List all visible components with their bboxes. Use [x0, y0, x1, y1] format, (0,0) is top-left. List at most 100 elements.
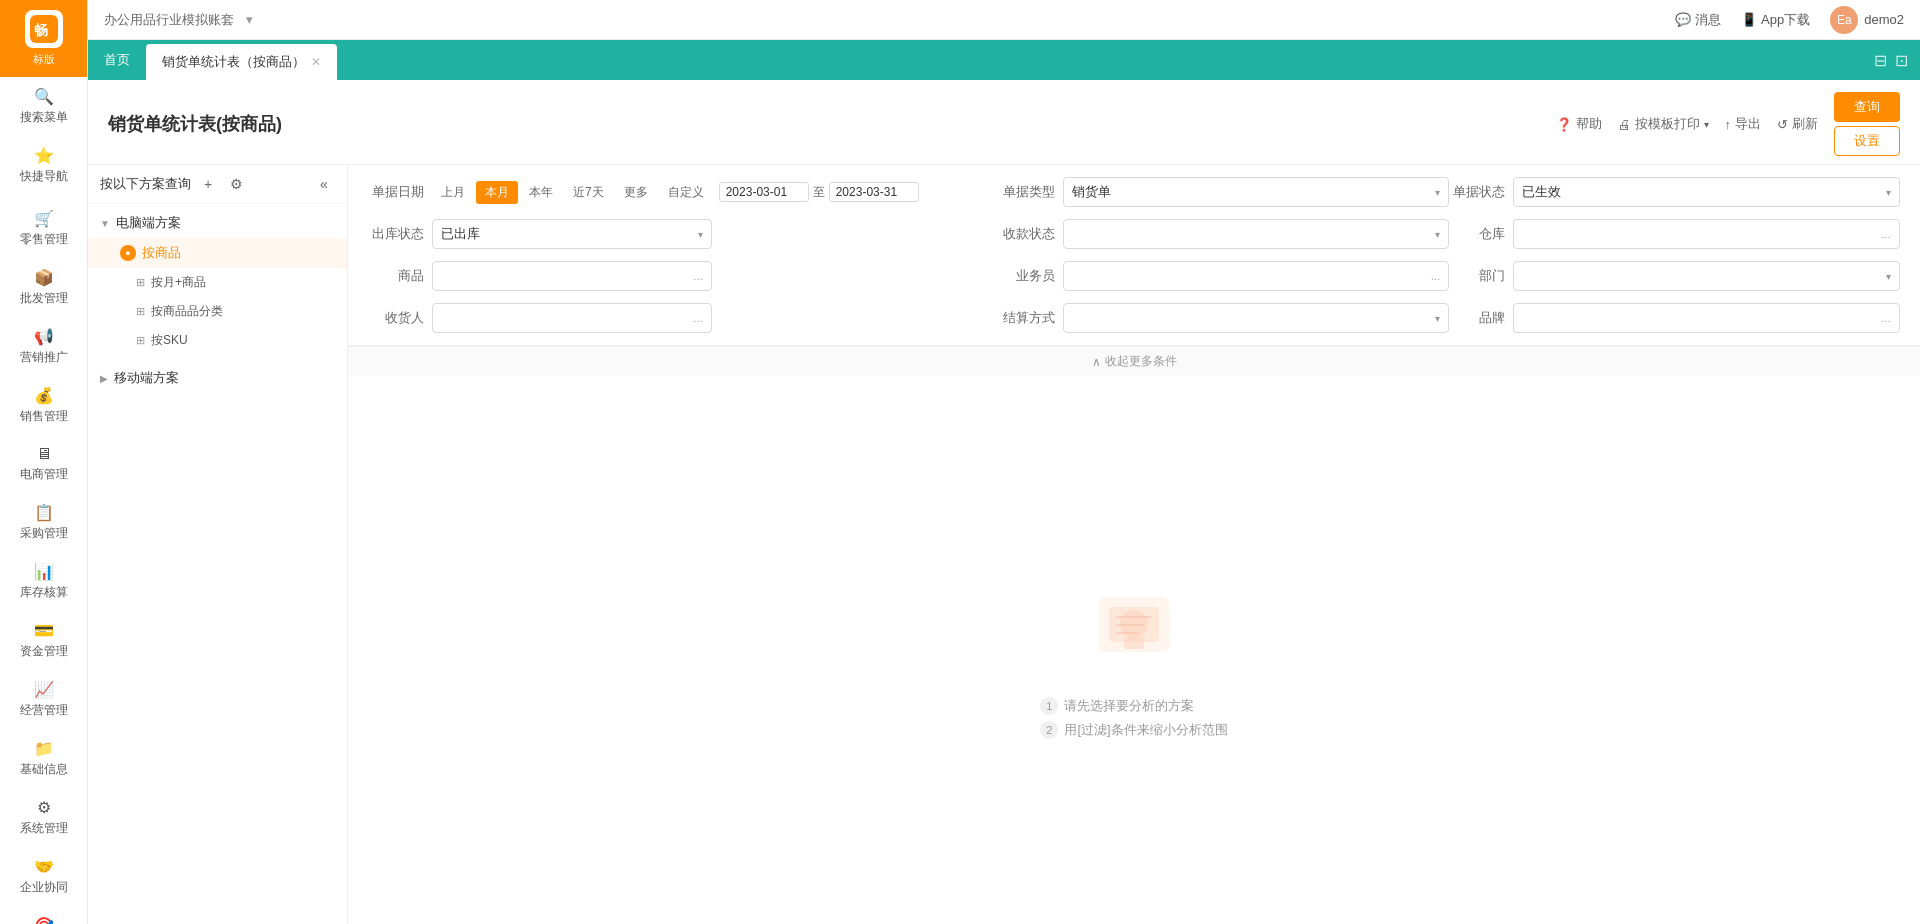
warehouse-label: 仓库	[1449, 225, 1505, 243]
collapse-panel-button[interactable]: «	[313, 173, 335, 195]
refresh-button[interactable]: ↺ 刷新	[1777, 115, 1818, 133]
export-label: 导出	[1735, 115, 1761, 133]
warehouse-select[interactable]: …	[1513, 219, 1900, 249]
filter-doc-status: 单据状态 已生效 ▾	[1449, 177, 1900, 207]
sub-icon: ⊞	[136, 334, 145, 347]
app-download-button[interactable]: 📱 App下载	[1741, 11, 1810, 29]
tab-minimize-icon[interactable]: ⊟	[1874, 51, 1887, 70]
setting-button[interactable]: 设置	[1834, 126, 1900, 156]
tab-close-icon[interactable]: ✕	[311, 55, 321, 69]
sidebar-item-label: 基础信息	[20, 761, 68, 778]
tree-section-mobile: ▶ 移动端方案	[88, 359, 347, 397]
date-tab-last-7-days[interactable]: 近7天	[564, 181, 613, 204]
body-layout: 按以下方案查询 + ⚙ « ▼ 电脑端方案	[88, 165, 1920, 924]
warehouse-status-value: 已出库	[441, 225, 480, 243]
doc-status-arrow: ▾	[1886, 187, 1891, 198]
sidebar-item-label: 营销推广	[20, 349, 68, 366]
filter-area: 单据日期 上月 本月 本年 近7天 更多 自定义	[348, 165, 1920, 346]
sidebar-item-label: 采购管理	[20, 525, 68, 542]
wholesale-icon: 📦	[34, 268, 54, 287]
sidebar-item-sales[interactable]: 💰 销售管理	[0, 376, 87, 435]
tree-sub-by-month-product[interactable]: ⊞ 按月+商品	[88, 268, 347, 297]
tree-mobile-parent[interactable]: ▶ 移动端方案	[88, 363, 347, 393]
export-icon: ↑	[1725, 117, 1732, 132]
sidebar-item-system[interactable]: ⚙ 系统管理	[0, 788, 87, 847]
sidebar-item-search-menu[interactable]: 🔍 搜索菜单	[0, 77, 87, 136]
sidebar-item-label: 销售管理	[20, 408, 68, 425]
tab-home[interactable]: 首页	[88, 40, 146, 80]
date-tab-this-month[interactable]: 本月	[476, 181, 518, 204]
tree-sub-by-sku[interactable]: ⊞ 按SKU	[88, 326, 347, 355]
date-tab-custom[interactable]: 自定义	[659, 181, 713, 204]
sidebar-item-ecommerce[interactable]: 🖥 电商管理	[0, 435, 87, 493]
receiver-select[interactable]: …	[432, 303, 712, 333]
user-menu[interactable]: Ea demo2	[1830, 6, 1904, 34]
settings-icon: ⚙	[230, 176, 243, 192]
scheme-settings-button[interactable]: ⚙	[225, 173, 247, 195]
department-select[interactable]: ▾	[1513, 261, 1900, 291]
brand-dots: …	[1881, 313, 1891, 324]
sidebar-item-wholesale[interactable]: 📦 批发管理	[0, 258, 87, 317]
sidebar-item-label: 快捷导航	[20, 168, 68, 185]
sidebar-item-retail[interactable]: 🛒 零售管理	[0, 199, 87, 258]
page-title: 销货单统计表(按商品)	[108, 112, 282, 136]
svg-rect-5	[1124, 637, 1144, 649]
doc-type-select[interactable]: 销货单 ▾	[1063, 177, 1450, 207]
sidebar-item-label: 搜索菜单	[20, 109, 68, 126]
sidebar-item-finance[interactable]: 💳 资金管理	[0, 611, 87, 670]
doc-status-select[interactable]: 已生效 ▾	[1513, 177, 1900, 207]
by-product-icon: ●	[120, 245, 136, 261]
collapse-bar[interactable]: ∧ 收起更多条件	[348, 346, 1920, 376]
page-content: 销货单统计表(按商品) ❓ 帮助 🖨 按模板打印 ▾ ↑ 导出 ↺ 刷新	[88, 80, 1920, 924]
refresh-icon: ↺	[1777, 117, 1788, 132]
tab-sales-stats[interactable]: 销货单统计表（按商品） ✕	[146, 44, 337, 80]
print-icon: 🖨	[1618, 117, 1631, 132]
newbie-icon: 🎯	[34, 916, 54, 924]
payment-status-select[interactable]: ▾	[1063, 219, 1450, 249]
sidebar-item-purchase[interactable]: 📋 采购管理	[0, 493, 87, 552]
product-select[interactable]: …	[432, 261, 712, 291]
date-to-input[interactable]	[829, 182, 919, 202]
warehouse-status-select[interactable]: 已出库 ▾	[432, 219, 712, 249]
sidebar-item-basic[interactable]: 📁 基础信息	[0, 729, 87, 788]
tab-expand-icon[interactable]: ⊡	[1895, 51, 1908, 70]
date-from-input[interactable]	[719, 182, 809, 202]
purchase-icon: 📋	[34, 503, 54, 522]
sidebar-item-label: 批发管理	[20, 290, 68, 307]
query-button[interactable]: 查询	[1834, 92, 1900, 122]
export-button[interactable]: ↑ 导出	[1725, 115, 1762, 133]
date-tab-last-month[interactable]: 上月	[432, 181, 474, 204]
page-header: 销货单统计表(按商品) ❓ 帮助 🖨 按模板打印 ▾ ↑ 导出 ↺ 刷新	[88, 80, 1920, 165]
dropdown-arrow[interactable]: ▾	[246, 12, 253, 27]
sidebar-item-label: 库存核算	[20, 584, 68, 601]
sidebar-item-quick-nav[interactable]: ⭐ 快捷导航	[0, 136, 87, 195]
sidebar-item-marketing[interactable]: 📢 营销推广	[0, 317, 87, 376]
tree-pc-parent[interactable]: ▼ 电脑端方案	[88, 208, 347, 238]
add-scheme-button[interactable]: +	[197, 173, 219, 195]
message-button[interactable]: 💬 消息	[1675, 11, 1721, 29]
filter-department: 部门 ▾	[1449, 261, 1900, 291]
sidebar-item-operations[interactable]: 📈 经营管理	[0, 670, 87, 729]
industry-label: 办公用品行业模拟账套	[104, 11, 234, 29]
svg-text:畅: 畅	[34, 22, 48, 38]
salesperson-select[interactable]: …	[1063, 261, 1450, 291]
sidebar-item-newbie[interactable]: 🎯 新手引导	[0, 906, 87, 924]
sidebar-item-inventory[interactable]: 📊 库存核算	[0, 552, 87, 611]
print-button[interactable]: 🖨 按模板打印 ▾	[1618, 115, 1709, 133]
doc-type-arrow: ▾	[1435, 187, 1440, 198]
sidebar-item-enterprise[interactable]: 🤝 企业协同	[0, 847, 87, 906]
date-tab-more[interactable]: 更多	[615, 181, 657, 204]
filter-row-2: 出库状态 已出库 ▾ 收款状态 ▾	[368, 219, 1900, 249]
brand-select[interactable]: …	[1513, 303, 1900, 333]
help-button[interactable]: ❓ 帮助	[1556, 115, 1602, 133]
system-icon: ⚙	[37, 798, 51, 817]
settlement-select[interactable]: ▾	[1063, 303, 1450, 333]
marketing-icon: 📢	[34, 327, 54, 346]
avatar-text: Ea	[1837, 13, 1852, 27]
help-icon: ❓	[1556, 117, 1572, 132]
tree-expand-icon: ▶	[100, 373, 108, 384]
tree-sub-by-category[interactable]: ⊞ 按商品品分类	[88, 297, 347, 326]
quick-nav-icon: ⭐	[34, 146, 54, 165]
date-tab-this-year[interactable]: 本年	[520, 181, 562, 204]
tree-child-by-product[interactable]: ● 按商品	[88, 238, 347, 268]
